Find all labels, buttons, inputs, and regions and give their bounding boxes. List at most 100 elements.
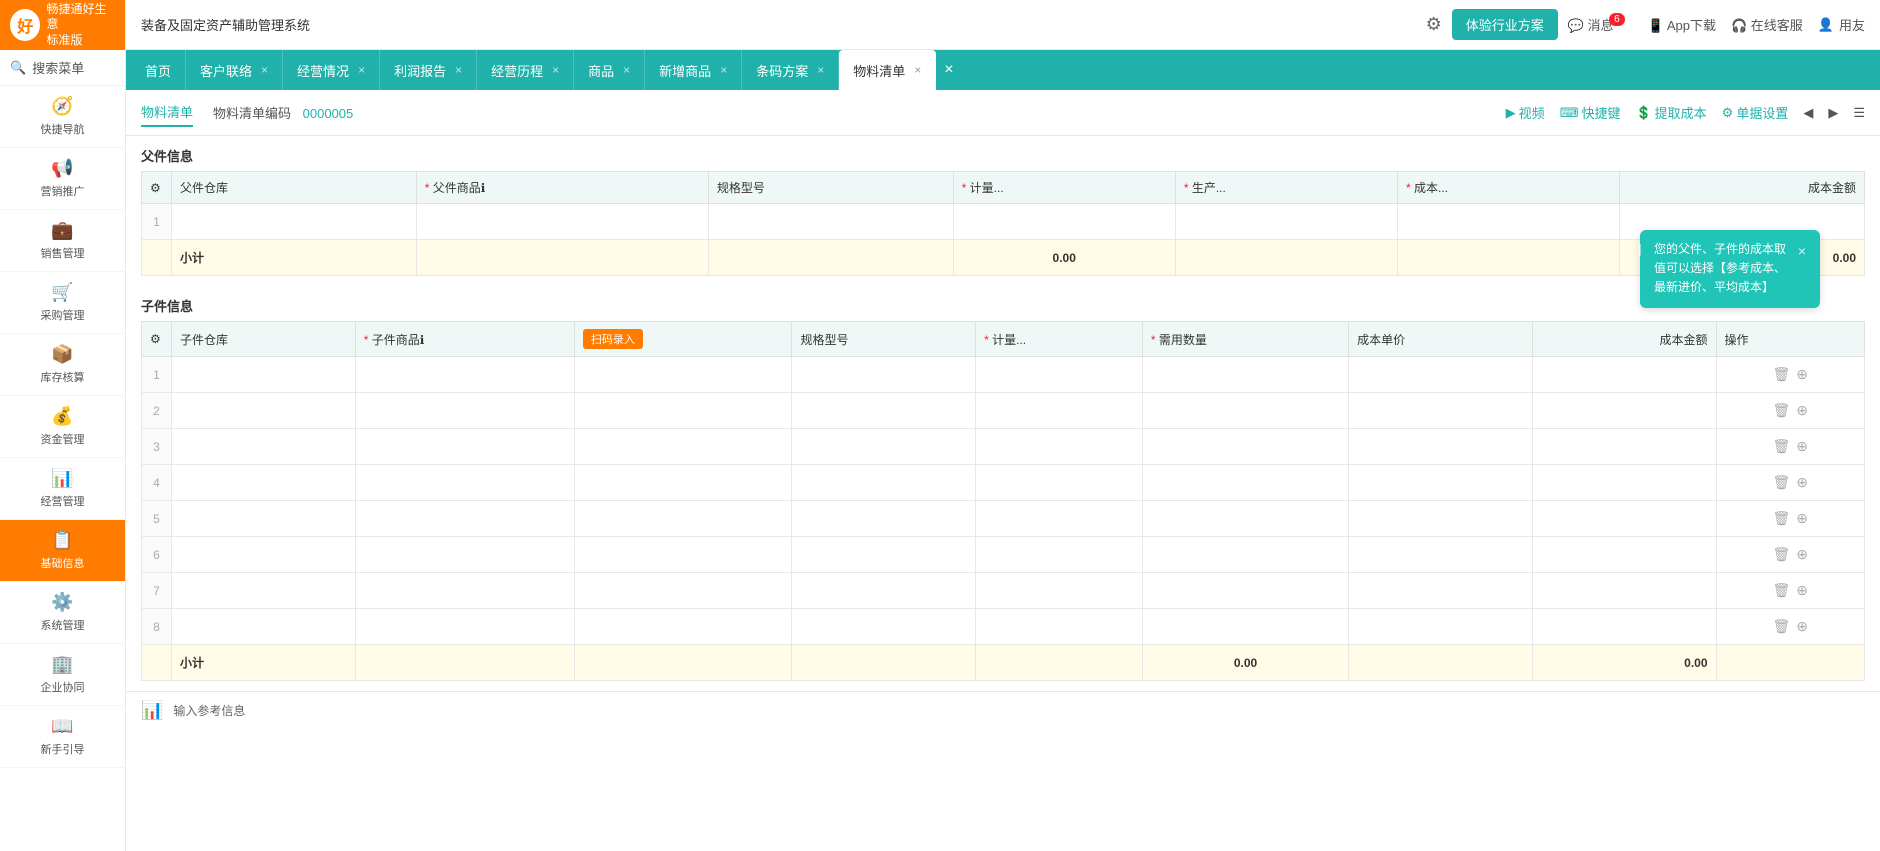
parent-cell-unit-1[interactable] [953,204,1175,240]
tooltip-close-btn[interactable]: × [1798,240,1806,262]
child-cell-unit-7[interactable] [976,573,1143,609]
video-btn[interactable]: ▶ 视频 [1506,103,1545,122]
child-cell-unit-cost-8[interactable] [1349,609,1533,645]
child-cell-spec-6[interactable] [792,537,976,573]
child-cell-warehouse-4[interactable] [172,465,356,501]
parent-cell-cost-type-1[interactable] [1398,204,1620,240]
child-cell-spec-7[interactable] [792,573,976,609]
child-cell-cost-amount-4[interactable] [1532,465,1716,501]
child-cell-qty-5[interactable] [1142,501,1348,537]
prev-icon[interactable]: ◀ [1803,105,1813,121]
delete-icon-2[interactable]: 🗑 [1773,402,1791,419]
child-cell-cost-amount-7[interactable] [1532,573,1716,609]
child-cell-scan-7[interactable] [574,573,792,609]
child-cell-unit-1[interactable] [976,357,1143,393]
nav-tab-close-1[interactable]: × [261,63,268,77]
sidebar-item-quick-nav[interactable]: 🧭快捷导航 [0,86,125,148]
child-cell-product-1[interactable] [355,357,574,393]
parent-cell-product-1[interactable] [416,204,708,240]
child-cell-unit-4[interactable] [976,465,1143,501]
nav-tab-close-7[interactable]: × [817,63,824,77]
child-cell-cost-amount-8[interactable] [1532,609,1716,645]
extract-cost-btn[interactable]: 💲 提取成本 [1635,103,1706,122]
nav-tab-0[interactable]: 首页 [131,50,186,90]
shortcut-btn[interactable]: ⌨ 快捷键 [1560,103,1621,122]
sidebar-item-marketing[interactable]: 📢营销推广 [0,148,125,210]
child-cell-product-8[interactable] [355,609,574,645]
child-cell-product-2[interactable] [355,393,574,429]
parent-col-gear[interactable]: ⚙ [142,172,172,204]
child-cell-cost-amount-3[interactable] [1532,429,1716,465]
child-cell-spec-2[interactable] [792,393,976,429]
child-cell-warehouse-3[interactable] [172,429,356,465]
delete-icon-8[interactable]: 🗑 [1773,618,1791,635]
child-cell-cost-amount-1[interactable] [1532,357,1716,393]
nav-tab-3[interactable]: 利润报告× [380,50,477,90]
nav-tab-close-4[interactable]: × [552,63,559,77]
child-cell-scan-1[interactable] [574,357,792,393]
child-cell-unit-cost-4[interactable] [1349,465,1533,501]
delete-icon-3[interactable]: 🗑 [1773,438,1791,455]
child-cell-warehouse-1[interactable] [172,357,356,393]
sidebar-item-sales[interactable]: 💼销售管理 [0,210,125,272]
list-view-icon[interactable]: ☰ [1853,105,1865,121]
child-cell-qty-1[interactable] [1142,357,1348,393]
child-cell-warehouse-6[interactable] [172,537,356,573]
sidebar-item-enterprise[interactable]: 🏢企业协同 [0,644,125,706]
child-cell-cost-amount-6[interactable] [1532,537,1716,573]
parent-cell-spec-1[interactable] [708,204,953,240]
sub-tab-material-code[interactable]: 物料清单编码 0000005 [213,99,353,126]
nav-tab-close-5[interactable]: × [623,63,630,77]
child-cell-qty-7[interactable] [1142,573,1348,609]
sidebar-item-operations[interactable]: 📊经营管理 [0,458,125,520]
child-cell-unit-cost-7[interactable] [1349,573,1533,609]
nav-tab-close-8[interactable]: × [914,63,921,77]
nav-tab-8[interactable]: 物料清单× [839,50,936,90]
child-cell-product-5[interactable] [355,501,574,537]
copy-icon-2[interactable]: ⊕ [1796,402,1808,419]
child-cell-unit-cost-5[interactable] [1349,501,1533,537]
nav-tab-2[interactable]: 经营情况× [283,50,380,90]
child-cell-scan-4[interactable] [574,465,792,501]
copy-icon-3[interactable]: ⊕ [1796,438,1808,455]
child-cell-product-3[interactable] [355,429,574,465]
child-cell-unit-cost-3[interactable] [1349,429,1533,465]
nav-tab-5[interactable]: 商品× [574,50,645,90]
child-cell-warehouse-7[interactable] [172,573,356,609]
nav-tab-7[interactable]: 条码方案× [742,50,839,90]
parent-cell-production-1[interactable] [1175,204,1397,240]
child-cell-scan-3[interactable] [574,429,792,465]
child-cell-unit-2[interactable] [976,393,1143,429]
child-cell-unit-3[interactable] [976,429,1143,465]
scan-button[interactable]: 扫码录入 [583,329,643,349]
child-cell-spec-1[interactable] [792,357,976,393]
child-cell-unit-6[interactable] [976,537,1143,573]
child-cell-qty-6[interactable] [1142,537,1348,573]
nav-tab-close-3[interactable]: × [455,63,462,77]
child-cell-scan-2[interactable] [574,393,792,429]
copy-icon-8[interactable]: ⊕ [1796,618,1808,635]
child-cell-scan-6[interactable] [574,537,792,573]
close-all-tabs-btn[interactable]: × [936,61,961,79]
child-cell-scan-8[interactable] [574,609,792,645]
sidebar-item-system[interactable]: ⚙️系统管理 [0,582,125,644]
delete-icon-1[interactable]: 🗑 [1773,366,1791,383]
delete-icon-7[interactable]: 🗑 [1773,582,1791,599]
nav-tab-1[interactable]: 客户联络× [186,50,283,90]
search-menu[interactable]: 🔍 搜索菜单 [0,50,125,86]
copy-icon-5[interactable]: ⊕ [1796,510,1808,527]
child-cell-qty-4[interactable] [1142,465,1348,501]
child-cell-unit-cost-6[interactable] [1349,537,1533,573]
next-icon[interactable]: ▶ [1828,105,1838,121]
child-cell-spec-5[interactable] [792,501,976,537]
sidebar-item-finance[interactable]: 💰资金管理 [0,396,125,458]
child-cell-scan-5[interactable] [574,501,792,537]
app-download-btn[interactable]: 📱 App下载 [1648,15,1716,34]
sidebar-item-purchase[interactable]: 🛒采购管理 [0,272,125,334]
nav-tab-close-2[interactable]: × [358,63,365,77]
trial-button[interactable]: 体验行业方案 [1452,9,1558,40]
copy-icon-6[interactable]: ⊕ [1796,546,1808,563]
sidebar-item-basic-info[interactable]: 📋基础信息 [0,520,125,582]
child-cell-qty-8[interactable] [1142,609,1348,645]
delete-icon-4[interactable]: 🗑 [1773,474,1791,491]
